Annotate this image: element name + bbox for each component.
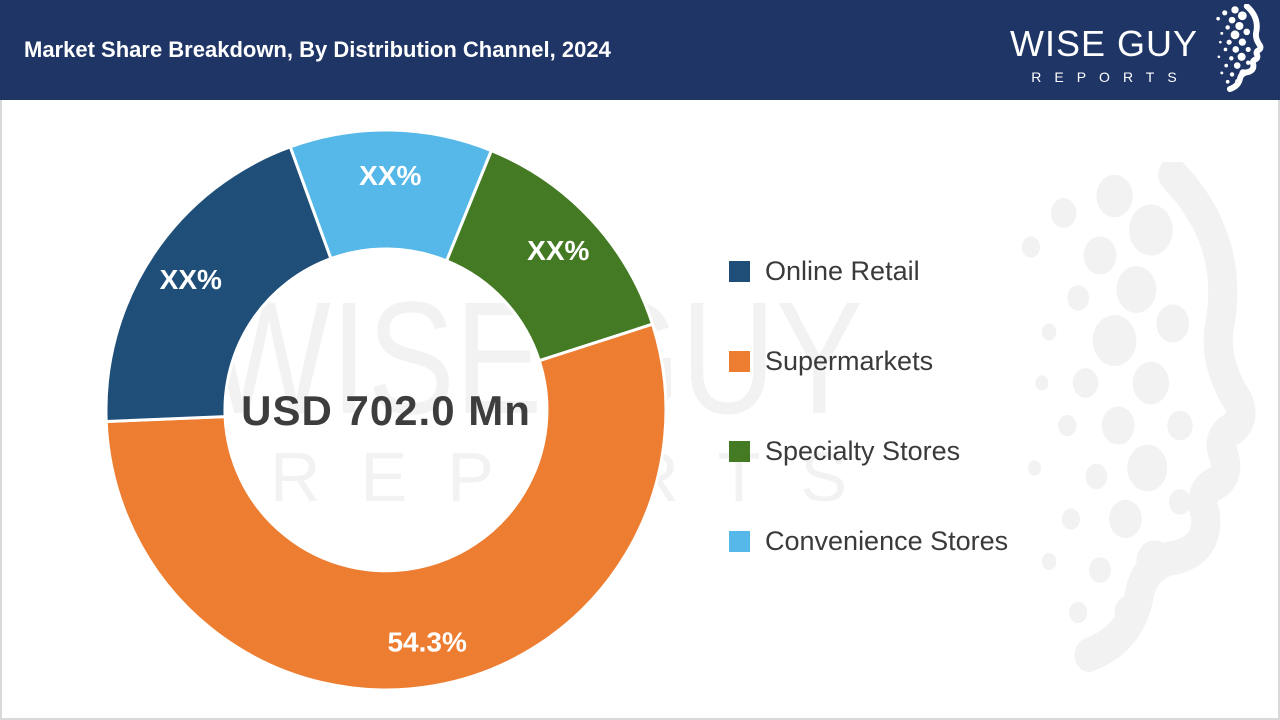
legend-item-specialty-stores: Specialty Stores	[729, 430, 1008, 472]
segment-label-online-retail: XX%	[160, 264, 222, 295]
logo-primary-text: WISE GUY	[1009, 23, 1198, 64]
donut-center-value: USD 702.0 Mn	[241, 387, 531, 434]
legend-swatch-online-retail	[729, 260, 750, 282]
chart-area: WISE GUY REPORTS XX%XX%54.3%XX% USD 702.…	[0, 100, 1280, 720]
legend-label: Specialty Stores	[765, 435, 961, 466]
legend-label: Online Retail	[765, 255, 920, 286]
header-bar: Market Share Breakdown, By Distribution …	[0, 0, 1280, 100]
logo-secondary-text: REPORTS	[1031, 69, 1190, 85]
legend-item-convenience-stores: Convenience Stores	[729, 520, 1008, 562]
legend: Online Retail Supermarkets Specialty Store…	[729, 250, 1008, 562]
wiseguy-logo: WISE GUY REPORTS	[1010, 4, 1266, 92]
legend-label: Supermarkets	[765, 345, 934, 376]
legend-item-supermarkets: Supermarkets	[729, 340, 1008, 382]
legend-swatch-convenience-stores	[729, 530, 750, 552]
legend-label: Convenience Stores	[765, 525, 1009, 556]
segment-label-specialty-stores: XX%	[527, 235, 589, 266]
segment-label-supermarkets: 54.3%	[387, 626, 466, 657]
donut-chart: XX% XX% 54.3% XX% USD 702.0 Mn	[104, 128, 668, 692]
legend-swatch-supermarkets	[729, 350, 750, 372]
legend-item-online-retail: Online Retail	[729, 250, 1008, 292]
wiseguy-face-icon	[1182, 4, 1266, 92]
page-title: Market Share Breakdown, By Distribution …	[24, 37, 611, 62]
legend-swatch-specialty-stores	[729, 440, 750, 462]
segment-label-convenience-stores: XX%	[359, 160, 421, 191]
